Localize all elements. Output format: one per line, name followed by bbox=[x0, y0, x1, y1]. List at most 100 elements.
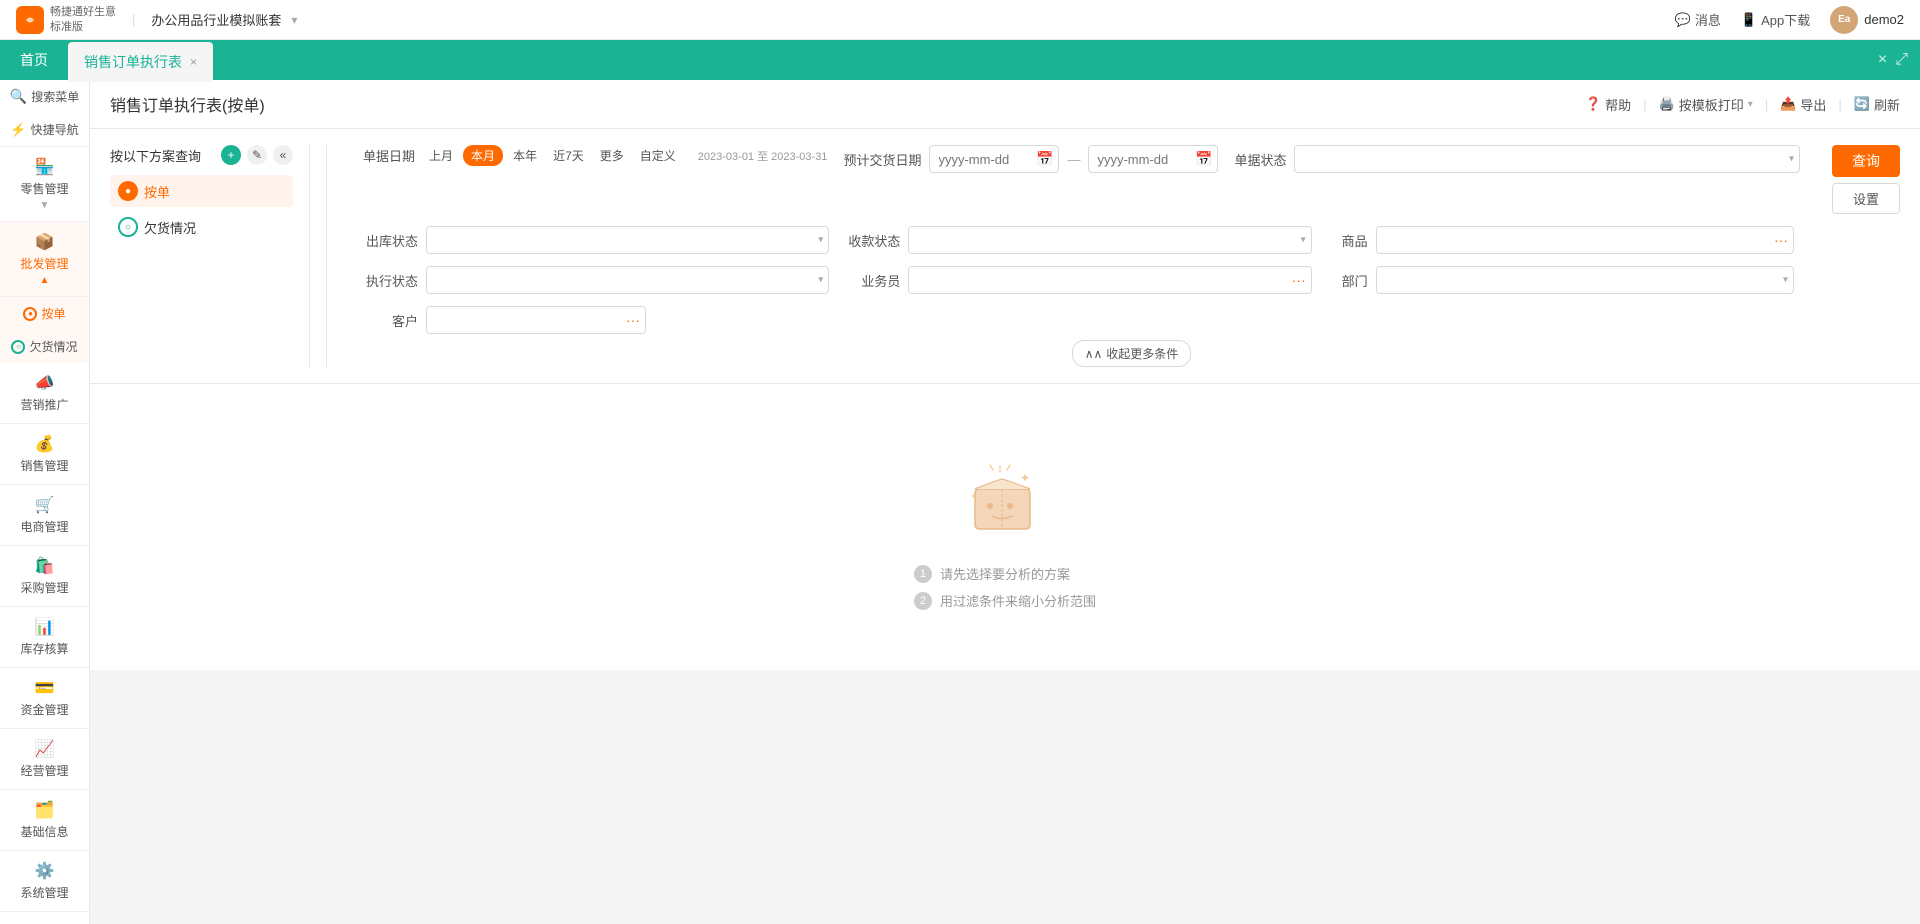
customer-more-icon[interactable]: ··· bbox=[626, 312, 640, 328]
sidebar-item-sales[interactable]: 💰 销售管理 bbox=[0, 424, 89, 485]
tab-home[interactable]: 首页 bbox=[0, 40, 68, 80]
quick-nav-icon: ⚡ bbox=[10, 122, 26, 138]
filter-row-1: 单据日期 上月 本月 本年 近7天 更多 自定义 bbox=[363, 145, 1900, 214]
collapse-more-button[interactable]: ∧∧ 收起更多条件 bbox=[1072, 340, 1192, 367]
sidebar-item-quick-nav[interactable]: ⚡ 快捷导航 bbox=[0, 113, 89, 147]
app-download-button[interactable]: 📱 App下载 bbox=[1741, 10, 1810, 29]
date-tab-custom[interactable]: 自定义 bbox=[634, 145, 682, 166]
print-button[interactable]: 🖨️ 按模板打印 ▾ bbox=[1659, 95, 1753, 114]
edit-scheme-button[interactable]: ✎ bbox=[247, 145, 267, 165]
print-icon: 🖨️ bbox=[1659, 96, 1675, 112]
outbound-status-select[interactable] bbox=[426, 226, 829, 254]
date-tab-this-month[interactable]: 本月 bbox=[463, 145, 503, 166]
exec-status-select[interactable] bbox=[426, 266, 829, 294]
message-button[interactable]: 💬 消息 bbox=[1675, 10, 1721, 29]
salesperson-input[interactable] bbox=[908, 266, 1311, 294]
export-button[interactable]: 📤 导出 bbox=[1780, 95, 1826, 114]
tab-close-icon[interactable]: × bbox=[190, 55, 197, 69]
tab-sales-execution[interactable]: 销售订单执行表 × bbox=[68, 42, 213, 82]
sales-icon: 💰 bbox=[35, 434, 55, 454]
help-button[interactable]: ❓ 帮助 bbox=[1585, 95, 1631, 114]
tip2-num: 2 bbox=[914, 592, 932, 610]
forecast-date-to-input[interactable] bbox=[1088, 145, 1218, 173]
date-tab-this-year[interactable]: 本年 bbox=[507, 145, 543, 166]
breadcrumb-arrow[interactable]: ▾ bbox=[291, 13, 297, 27]
product-input[interactable] bbox=[1376, 226, 1794, 254]
settings-button[interactable]: 设置 bbox=[1832, 183, 1900, 214]
sidebar-item-retail[interactable]: 🏪 零售管理 ▼ bbox=[0, 147, 89, 222]
sidebar-item-enterprise[interactable]: 🤝 企业协同 bbox=[0, 912, 89, 924]
add-scheme-button[interactable]: + bbox=[221, 145, 241, 165]
collection-status-select[interactable] bbox=[908, 226, 1311, 254]
exec-status-group: 执行状态 ▾ bbox=[363, 266, 829, 294]
date-tab-last-month[interactable]: 上月 bbox=[423, 145, 459, 166]
sidebar-submenu-wholesale: ● 按单 ○ 欠货情况 bbox=[0, 297, 89, 363]
salesperson-more-icon[interactable]: ··· bbox=[1292, 272, 1306, 288]
scheme-item-shortage[interactable]: ○ 欠货情况 bbox=[110, 211, 293, 243]
export-icon: 📤 bbox=[1780, 96, 1796, 112]
sidebar-sub-item-shortage[interactable]: ○ 欠货情况 bbox=[0, 330, 89, 363]
scheme-item-by-order[interactable]: ● 按单 bbox=[110, 175, 293, 207]
collapse-scheme-button[interactable]: « bbox=[273, 145, 293, 165]
user-profile[interactable]: Ea demo2 bbox=[1830, 6, 1904, 34]
refresh-button[interactable]: 🔄 刷新 bbox=[1854, 95, 1900, 114]
forecast-date-label: 预计交货日期 bbox=[843, 150, 921, 169]
date-tab-7days[interactable]: 近7天 bbox=[547, 145, 590, 166]
tip2-text: 用过滤条件来缩小分析范围 bbox=[940, 591, 1096, 610]
sidebar-item-search-menu[interactable]: 🔍 搜索菜单 bbox=[0, 80, 89, 113]
svg-text:✦: ✦ bbox=[1020, 471, 1030, 485]
sidebar-item-ecommerce[interactable]: 🛒 电商管理 bbox=[0, 485, 89, 546]
date-tab-more[interactable]: 更多 bbox=[594, 145, 630, 166]
filter-row-3: 执行状态 ▾ bbox=[363, 266, 1900, 294]
customer-group: 客户 ··· bbox=[363, 306, 835, 334]
help-icon: ❓ bbox=[1585, 96, 1601, 112]
sidebar-item-finance[interactable]: 💳 资金管理 bbox=[0, 668, 89, 729]
print-dropdown-icon[interactable]: ▾ bbox=[1748, 99, 1753, 110]
sidebar-item-basic-info[interactable]: 🗂️ 基础信息 bbox=[0, 790, 89, 851]
window-maximize-button[interactable]: ⤢ bbox=[1895, 51, 1908, 69]
empty-tips: 1 请先选择要分析的方案 2 用过滤条件来缩小分析范围 bbox=[914, 564, 1096, 610]
user-name: demo2 bbox=[1864, 12, 1904, 27]
svg-text:✦: ✦ bbox=[970, 492, 977, 501]
search-icon: 🔍 bbox=[10, 88, 27, 105]
refresh-icon: 🔄 bbox=[1854, 96, 1870, 112]
order-status-label: 单据状态 bbox=[1234, 150, 1286, 169]
sidebar-item-marketing[interactable]: 📣 营销推广 bbox=[0, 363, 89, 424]
outbound-select-wrap: ▾ bbox=[426, 226, 829, 254]
sidebar-item-wholesale[interactable]: 📦 批发管理 ▲ bbox=[0, 222, 89, 297]
top-bar-right: 💬 消息 📱 App下载 Ea demo2 bbox=[1675, 6, 1904, 34]
date-tabs: 上月 本月 本年 近7天 更多 自定义 bbox=[423, 145, 682, 166]
filter-left-panel: 按以下方案查询 + ✎ « ● 按单 bbox=[110, 145, 310, 367]
dept-select-wrap: ▾ bbox=[1376, 266, 1794, 294]
dept-select[interactable] bbox=[1376, 266, 1794, 294]
order-status-group: 单据状态 ▾ bbox=[1234, 145, 1800, 173]
customer-input[interactable] bbox=[426, 306, 646, 334]
message-icon: 💬 bbox=[1675, 12, 1691, 28]
forecast-date-from-wrap: 📅 bbox=[929, 145, 1059, 173]
top-bar: 畅捷通好生意 标准版 | 办公用品行业模拟账套 ▾ 💬 消息 📱 App下载 E… bbox=[0, 0, 1920, 40]
sidebar-sub-item-by-order[interactable]: ● 按单 bbox=[0, 297, 89, 330]
sidebar-item-inventory[interactable]: 📊 库存核算 bbox=[0, 607, 89, 668]
page-actions: ❓ 帮助 | 🖨️ 按模板打印 ▾ | 📤 导出 | 🔄 刷新 bbox=[1585, 95, 1900, 114]
scheme-icon-shortage: ○ bbox=[118, 217, 138, 237]
empty-tip-1: 1 请先选择要分析的方案 bbox=[914, 564, 1096, 583]
product-more-icon[interactable]: ··· bbox=[1774, 232, 1788, 248]
forecast-date-group: 预计交货日期 📅 — 📅 bbox=[843, 145, 1218, 173]
exec-status-select-wrap: ▾ bbox=[426, 266, 829, 294]
filter-panel: 按以下方案查询 + ✎ « ● 按单 bbox=[90, 129, 1920, 384]
window-close-button[interactable]: × bbox=[1878, 51, 1887, 69]
sidebar-item-operations[interactable]: 📈 经营管理 bbox=[0, 729, 89, 790]
forecast-date-from-input[interactable] bbox=[929, 145, 1059, 173]
sub-dot-icon: ● bbox=[23, 307, 37, 321]
sidebar-item-system[interactable]: ⚙️ 系统管理 bbox=[0, 851, 89, 912]
query-btn-group: 查询 设置 bbox=[1832, 145, 1900, 214]
collection-group: 收款状态 ▾ bbox=[845, 226, 1311, 254]
divider2: | bbox=[1765, 97, 1768, 112]
salesperson-input-wrap: ··· bbox=[908, 266, 1311, 294]
avatar: Ea bbox=[1830, 6, 1858, 34]
wholesale-icon: 📦 bbox=[35, 232, 55, 252]
order-status-select[interactable] bbox=[1294, 145, 1800, 173]
sidebar-item-purchase[interactable]: 🛍️ 采购管理 bbox=[0, 546, 89, 607]
query-button[interactable]: 查询 bbox=[1832, 145, 1900, 177]
product-input-wrap: ··· bbox=[1376, 226, 1794, 254]
